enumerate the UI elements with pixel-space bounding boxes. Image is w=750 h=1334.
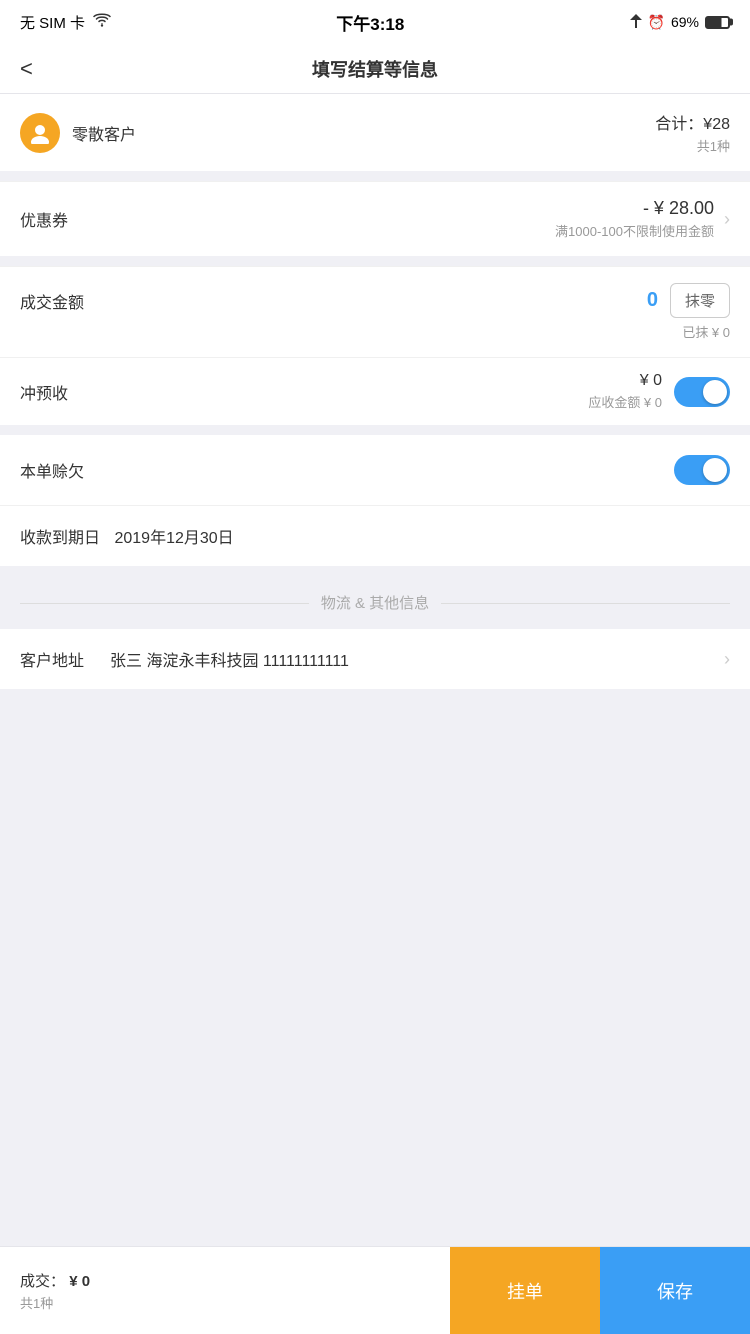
bottom-deal-amount: ¥ 0 xyxy=(69,1273,90,1290)
back-button[interactable]: < xyxy=(20,56,33,82)
content-area: 零散客户 合计：¥28 共1种 优惠券 - ¥ 28.00 满1000-100不… xyxy=(0,94,750,789)
address-label: 客户地址 xyxy=(20,647,90,671)
logistics-label: 物流 & 其他信息 xyxy=(321,595,429,612)
wifi-icon xyxy=(93,13,111,31)
alarm-icon: ⏰ xyxy=(648,14,665,31)
nav-title: 填写结算等信息 xyxy=(312,56,438,82)
prepay-toggle[interactable] xyxy=(674,377,730,407)
status-right: ⏰ 69% xyxy=(630,14,730,31)
due-date-label: 收款到期日 xyxy=(20,530,100,547)
credit-row: 本单赊欠 xyxy=(0,435,750,505)
bottom-bar: 成交： ¥ 0 共1种 挂单 保存 xyxy=(0,1246,750,1334)
discount-row[interactable]: 优惠券 - ¥ 28.00 满1000-100不限制使用金额 › xyxy=(0,181,750,256)
deal-amount-row: 成交金额 0 抹零 已抹 ¥ 0 xyxy=(0,266,750,357)
deal-right-top: 0 抹零 xyxy=(628,283,730,318)
customer-total: 合计：¥28 共1种 xyxy=(655,110,730,155)
hang-order-button[interactable]: 挂单 xyxy=(450,1247,600,1334)
customer-row: 零散客户 合计：¥28 共1种 xyxy=(0,94,750,171)
customer-left: 零散客户 xyxy=(20,113,136,153)
credit-toggle[interactable] xyxy=(674,455,730,485)
status-bar: 无 SIM 卡 下午3:18 ⏰ 69% xyxy=(0,0,750,44)
round-zero-button[interactable]: 抹零 xyxy=(670,283,730,318)
toggle-thumb xyxy=(703,380,727,404)
credit-card: 本单赊欠 收款到期日 2019年12月30日 xyxy=(0,435,750,566)
deal-amount-label: 成交金额 xyxy=(20,289,84,313)
discount-right: - ¥ 28.00 满1000-100不限制使用金额 › xyxy=(100,198,730,240)
deal-amount-value[interactable]: 0 xyxy=(628,289,658,312)
credit-toggle-thumb xyxy=(703,458,727,482)
customer-name: 零散客户 xyxy=(72,121,136,145)
deal-top: 成交金额 0 抹零 xyxy=(20,283,730,318)
discount-amount: - ¥ 28.00 xyxy=(555,198,714,219)
prepay-amount: ¥ 0 xyxy=(588,372,662,390)
total-amount-label: 合计：¥28 xyxy=(655,110,730,134)
address-value: 张三 海淀永丰科技园 11111111111 xyxy=(110,647,704,671)
bottom-deal-label: 成交： xyxy=(20,1273,65,1290)
status-time: 下午3:18 xyxy=(336,10,404,35)
deal-sub-text: 已抹 ¥ 0 xyxy=(20,322,730,341)
bottom-deal-row: 成交： ¥ 0 xyxy=(20,1270,430,1291)
credit-label: 本单赊欠 xyxy=(20,458,84,482)
signal-label: 无 SIM 卡 xyxy=(20,12,85,33)
address-chevron-icon: › xyxy=(724,649,730,670)
due-date-row[interactable]: 收款到期日 2019年12月30日 xyxy=(0,505,750,566)
prepay-label: 冲预收 xyxy=(20,380,68,404)
discount-desc: 满1000-100不限制使用金额 xyxy=(555,221,714,240)
discount-label: 优惠券 xyxy=(20,207,100,231)
prepay-top: 冲预收 ¥ 0 应收金额 ¥ 0 xyxy=(20,372,730,411)
prepay-row: 冲预收 ¥ 0 应收金额 ¥ 0 xyxy=(0,357,750,425)
logistics-text-wrap: 物流 & 其他信息 xyxy=(309,592,441,613)
status-left: 无 SIM 卡 xyxy=(20,12,111,33)
total-count-label: 共1种 xyxy=(655,136,730,155)
address-row[interactable]: 客户地址 张三 海淀永丰科技园 11111111111 › xyxy=(0,629,750,689)
customer-avatar xyxy=(20,113,60,153)
prepay-sub: 应收金额 ¥ 0 xyxy=(588,392,662,411)
bottom-info: 成交： ¥ 0 共1种 xyxy=(0,1270,450,1312)
prepay-right: ¥ 0 应收金额 ¥ 0 xyxy=(588,372,730,411)
logistics-section-header: 物流 & 其他信息 xyxy=(0,576,750,629)
discount-value: - ¥ 28.00 满1000-100不限制使用金额 xyxy=(555,198,714,240)
bottom-count-label: 共1种 xyxy=(20,1293,430,1312)
location-icon xyxy=(630,14,642,31)
address-card[interactable]: 客户地址 张三 海淀永丰科技园 11111111111 › xyxy=(0,629,750,689)
prepay-amount-col: ¥ 0 应收金额 ¥ 0 xyxy=(588,372,662,411)
save-button[interactable]: 保存 xyxy=(600,1247,750,1334)
deal-amount-card: 成交金额 0 抹零 已抹 ¥ 0 冲预收 ¥ 0 应收金额 ¥ 0 xyxy=(0,266,750,425)
chevron-right-icon: › xyxy=(724,209,730,230)
customer-card: 零散客户 合计：¥28 共1种 xyxy=(0,94,750,171)
battery-label: 69% xyxy=(671,14,699,30)
nav-bar: < 填写结算等信息 xyxy=(0,44,750,94)
due-date-value: 2019年12月30日 xyxy=(114,530,233,547)
discount-card[interactable]: 优惠券 - ¥ 28.00 满1000-100不限制使用金额 › xyxy=(0,181,750,256)
battery-icon xyxy=(705,16,730,29)
